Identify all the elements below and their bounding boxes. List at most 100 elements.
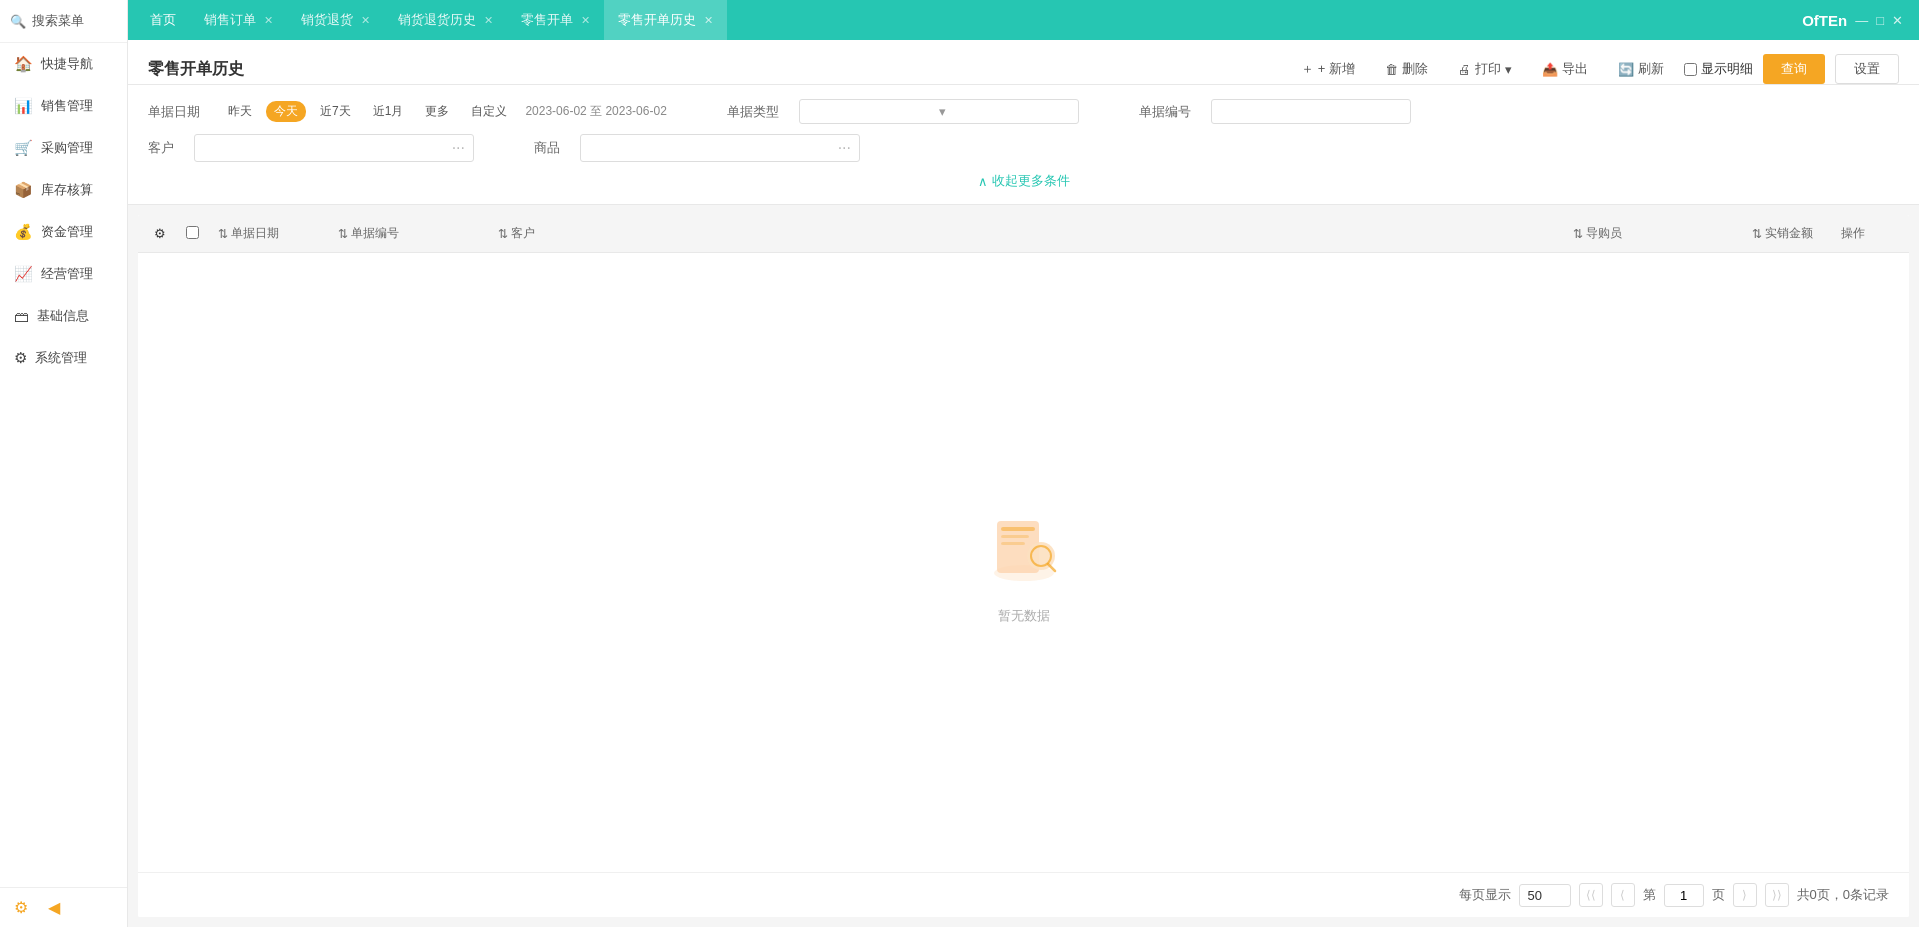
product-dots-icon[interactable]: ···	[838, 139, 851, 157]
display-detail-checkbox[interactable]	[1684, 63, 1697, 76]
display-detail-toggle[interactable]: 显示明细	[1684, 60, 1753, 78]
sidebar-item-label: 销售管理	[41, 97, 93, 115]
order-type-select[interactable]: ▾	[799, 99, 1079, 124]
col-customer-label: 客户	[511, 225, 535, 242]
date-btn-yesterday[interactable]: 昨天	[220, 101, 260, 122]
sidebar-bottom: ⚙ ◀	[0, 887, 127, 927]
print-button[interactable]: 🖨 打印 ▾	[1448, 55, 1522, 83]
sidebar-search[interactable]: 🔍 搜索菜单	[0, 0, 127, 43]
tab-retail-history-close[interactable]: ✕	[704, 14, 713, 27]
tab-sales-return-history-close[interactable]: ✕	[484, 14, 493, 27]
total-info: 共0页，0条记录	[1797, 886, 1889, 904]
sidebar-item-quick-nav[interactable]: 🏠 快捷导航	[0, 43, 127, 85]
sidebar-item-label: 快捷导航	[41, 55, 93, 73]
sidebar-item-label: 基础信息	[37, 307, 89, 325]
sidebar-item-finance[interactable]: 💰 资金管理	[0, 211, 127, 253]
print-icon: 🖨	[1458, 62, 1471, 77]
tab-sales-return-history[interactable]: 销货退货历史 ✕	[384, 0, 507, 40]
finance-icon: 💰	[14, 223, 33, 241]
maximize-button[interactable]: □	[1876, 13, 1884, 28]
table-card: ⚙ ⇅ 单据日期 ⇅ 单据编号 ⇅ 客户 ⇅	[138, 215, 1909, 917]
next-page-button[interactable]: ⟩	[1733, 883, 1757, 907]
order-num-input[interactable]	[1220, 104, 1402, 119]
tab-retail-open[interactable]: 零售开单 ✕	[507, 0, 604, 40]
close-window-button[interactable]: ✕	[1892, 13, 1903, 28]
product-input[interactable]	[589, 141, 838, 156]
sidebar-item-inventory[interactable]: 📦 库存核算	[0, 169, 127, 211]
per-page-label: 每页显示	[1459, 886, 1511, 904]
date-btn-today[interactable]: 今天	[266, 101, 306, 122]
brand-text: OfTEn	[1802, 12, 1847, 29]
last-page-button[interactable]: ⟩⟩	[1765, 883, 1789, 907]
search-icon: 🔍	[10, 14, 26, 29]
customer-label: 客户	[148, 139, 174, 157]
tab-retail-open-label: 零售开单	[521, 11, 573, 29]
customer-input[interactable]	[203, 141, 452, 156]
export-button[interactable]: 📤 导出	[1532, 55, 1598, 83]
tab-home[interactable]: 首页	[136, 0, 190, 40]
sidebar-item-base-info[interactable]: 🗃 基础信息	[0, 295, 127, 337]
empty-state: 暂无数据	[138, 253, 1909, 872]
sort-guide-icon[interactable]: ⇅	[1573, 227, 1583, 241]
main-content: 首页 销售订单 ✕ 销货退货 ✕ 销货退货历史 ✕ 零售开单 ✕ 零售开单历史 …	[128, 0, 1919, 927]
product-input-wrap: ···	[580, 134, 860, 162]
empty-icon	[979, 501, 1069, 591]
order-num-label: 单据编号	[1139, 103, 1191, 121]
tab-retail-open-close[interactable]: ✕	[581, 14, 590, 27]
sidebar-item-sales-mgmt[interactable]: 📊 销售管理	[0, 85, 127, 127]
order-type-chevron-icon: ▾	[939, 104, 1070, 119]
add-label: + 新增	[1318, 60, 1355, 78]
print-label: 打印	[1475, 60, 1501, 78]
sidebar-item-purchase-mgmt[interactable]: 🛒 采购管理	[0, 127, 127, 169]
refresh-button[interactable]: 🔄 刷新	[1608, 55, 1674, 83]
prev-page-button[interactable]: ⟨	[1611, 883, 1635, 907]
tab-sales-return-close[interactable]: ✕	[361, 14, 370, 27]
date-btn-custom[interactable]: 自定义	[463, 101, 515, 122]
tab-sales-order[interactable]: 销售订单 ✕	[190, 0, 287, 40]
sort-num-icon[interactable]: ⇅	[338, 227, 348, 241]
date-btn-more[interactable]: 更多	[417, 101, 457, 122]
col-guide-label: 导购员	[1586, 225, 1622, 242]
customer-dots-icon[interactable]: ···	[452, 139, 465, 157]
sales-icon: 📊	[14, 97, 33, 115]
svg-rect-4	[1001, 542, 1025, 545]
sidebar: 🔍 搜索菜单 🏠 快捷导航 📊 销售管理 🛒 采购管理 📦 库存核算 💰 资金管…	[0, 0, 128, 927]
sort-customer-icon[interactable]: ⇅	[498, 227, 508, 241]
per-page-select[interactable]: 10 20 50 100	[1519, 884, 1571, 907]
top-nav-right: OfTEn — □ ✕	[1802, 12, 1911, 29]
date-btn-1month[interactable]: 近1月	[365, 101, 412, 122]
page-label: 第	[1643, 886, 1656, 904]
settings-button[interactable]: 设置	[1835, 54, 1899, 84]
purchase-icon: 🛒	[14, 139, 33, 157]
display-detail-label: 显示明细	[1701, 60, 1753, 78]
tab-sales-return[interactable]: 销货退货 ✕	[287, 0, 384, 40]
col-action-label: 操作	[1841, 225, 1865, 242]
query-button[interactable]: 查询	[1763, 54, 1825, 84]
first-page-button[interactable]: ⟨⟨	[1579, 883, 1603, 907]
delete-button[interactable]: 🗑 删除	[1375, 55, 1438, 83]
sidebar-item-sys-mgmt[interactable]: ⚙ 系统管理	[0, 337, 127, 379]
col-amount-header: ⇅ 实销金额	[1693, 225, 1813, 242]
collapse-sidebar-icon[interactable]: ◀	[48, 898, 60, 917]
collapse-filter-button[interactable]: ∧ 收起更多条件	[148, 172, 1899, 190]
collapse-label: 收起更多条件	[992, 172, 1070, 190]
content-body: 零售开单历史 ＋ + 新增 🗑 删除 🖨 打印 ▾ 📤 导出	[128, 40, 1919, 927]
col-gear: ⚙	[154, 226, 186, 241]
page-number-input[interactable]	[1664, 884, 1704, 907]
sidebar-item-operations[interactable]: 📈 经营管理	[0, 253, 127, 295]
sidebar-item-label: 系统管理	[35, 349, 87, 367]
col-num-header: ⇅ 单据编号	[338, 225, 498, 242]
settings-bottom-icon[interactable]: ⚙	[14, 898, 28, 917]
select-all-checkbox[interactable]	[186, 226, 199, 239]
top-nav: 首页 销售订单 ✕ 销货退货 ✕ 销货退货历史 ✕ 零售开单 ✕ 零售开单历史 …	[128, 0, 1919, 40]
sort-date-icon[interactable]: ⇅	[218, 227, 228, 241]
customer-input-wrap: ···	[194, 134, 474, 162]
print-chevron-icon: ▾	[1505, 62, 1512, 77]
column-settings-icon[interactable]: ⚙	[154, 226, 166, 241]
add-button[interactable]: ＋ + 新增	[1291, 55, 1365, 83]
tab-retail-history[interactable]: 零售开单历史 ✕	[604, 0, 727, 40]
sort-amount-icon[interactable]: ⇅	[1752, 227, 1762, 241]
date-btn-7days[interactable]: 近7天	[312, 101, 359, 122]
tab-sales-order-close[interactable]: ✕	[264, 14, 273, 27]
minimize-button[interactable]: —	[1855, 13, 1868, 28]
